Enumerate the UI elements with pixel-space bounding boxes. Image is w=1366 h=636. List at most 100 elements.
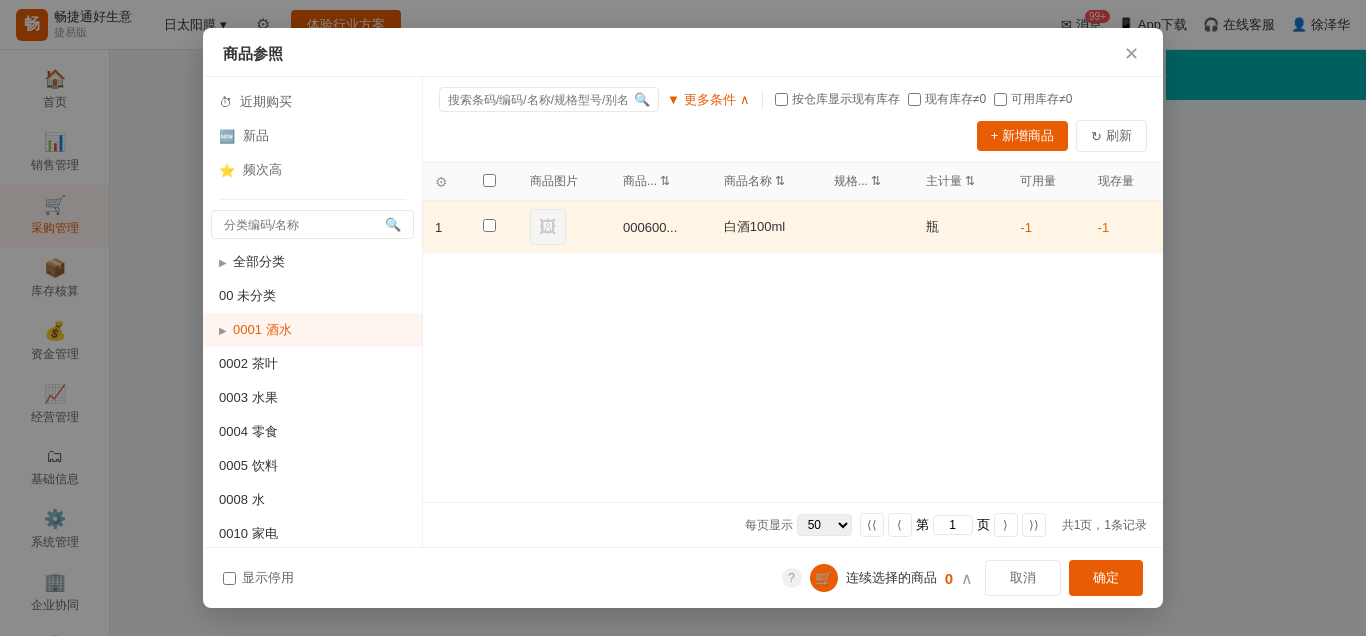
refresh-button[interactable]: ↻ 刷新	[1076, 120, 1147, 152]
new-icon: 🆕	[219, 129, 235, 144]
toolbar: 🔍 ▼ 更多条件 ∧ 按仓库显示现有库存 现有库存≠0	[423, 77, 1163, 163]
page-nav: ⟨⟨ ⟨ 第 页 ⟩ ⟩⟩	[860, 513, 1046, 537]
checkbox-stock-nonzero-input[interactable]	[908, 93, 921, 106]
new-product-button[interactable]: + 新增商品	[977, 121, 1068, 151]
row-select-checkbox[interactable]	[483, 219, 496, 232]
col-spec[interactable]: 规格... ⇅	[822, 163, 914, 201]
row-spec	[822, 201, 914, 254]
category-list: ▶ 全部分类 00 未分类 ▶ 0001 酒水 0002 茶叶 0003 水果	[203, 245, 422, 539]
row-checkbox[interactable]	[471, 201, 519, 254]
cat-item-all[interactable]: ▶ 全部分类	[203, 245, 422, 279]
category-search-input[interactable]	[224, 218, 379, 232]
product-search-input[interactable]	[448, 93, 628, 107]
cart-label: 连续选择的商品	[846, 569, 937, 587]
product-image: 🖼	[530, 209, 566, 245]
last-page-button[interactable]: ⟩⟩	[1022, 513, 1046, 537]
product-table: ⚙ 商品图片 商品... ⇅ 商品名称 ⇅ 规格...	[423, 163, 1163, 254]
chevron-up-icon: ∧	[740, 92, 750, 107]
page-input[interactable]	[933, 515, 973, 535]
sort-icon: ⇅	[965, 174, 975, 188]
first-page-button[interactable]: ⟨⟨	[860, 513, 884, 537]
confirm-button[interactable]: 确定	[1069, 560, 1143, 596]
checkbox-available-nonzero-input[interactable]	[994, 93, 1007, 106]
collapse-cart-icon[interactable]: ∧	[961, 569, 973, 588]
refresh-icon: ↻	[1091, 129, 1102, 144]
search-icon: 🔍	[385, 217, 401, 232]
row-name: 白酒100ml	[712, 201, 822, 254]
product-table-wrap: ⚙ 商品图片 商品... ⇅ 商品名称 ⇅ 规格...	[423, 163, 1163, 502]
col-checkbox[interactable]	[471, 163, 519, 201]
cat-item-label: 00 未分类	[219, 287, 276, 305]
right-panel: 🔍 ▼ 更多条件 ∧ 按仓库显示现有库存 现有库存≠0	[423, 77, 1163, 547]
row-unit: 瓶	[914, 201, 1008, 254]
cat-item-0004[interactable]: 0004 零食	[203, 415, 422, 449]
quick-item-recent[interactable]: ⏱ 近期购买	[203, 85, 422, 119]
cat-item-0002[interactable]: 0002 茶叶	[203, 347, 422, 381]
frequent-icon: ⭐	[219, 163, 235, 178]
checkbox-label: 可用库存≠0	[1011, 91, 1072, 108]
cat-item-0005[interactable]: 0005 饮料	[203, 449, 422, 483]
table-row[interactable]: 1 🖼 000600... 白酒100ml 瓶 -1 -1	[423, 201, 1163, 254]
cat-item-0008[interactable]: 0008 水	[203, 483, 422, 517]
filter-label: 更多条件	[684, 91, 736, 109]
col-settings[interactable]: ⚙	[423, 163, 471, 201]
checkbox-by-warehouse-input[interactable]	[775, 93, 788, 106]
cat-item-label: 0003 水果	[219, 389, 278, 407]
quick-item-frequent[interactable]: ⭐ 频次高	[203, 153, 422, 187]
filter-button[interactable]: ▼ 更多条件 ∧	[667, 91, 750, 109]
prev-page-button[interactable]: ⟨	[888, 513, 912, 537]
cat-item-label: 0002 茶叶	[219, 355, 278, 373]
filter-icon: ▼	[667, 92, 680, 107]
checkbox-label: 现有库存≠0	[925, 91, 986, 108]
checkbox-available-nonzero[interactable]: 可用库存≠0	[994, 91, 1072, 108]
cancel-button[interactable]: 取消	[985, 560, 1061, 596]
row-stock: -1	[1086, 201, 1163, 254]
cat-item-label: 0001 酒水	[233, 321, 292, 339]
cat-item-0010[interactable]: 0010 家电	[203, 517, 422, 539]
recent-icon: ⏱	[219, 95, 232, 110]
search-icon: 🔍	[634, 92, 650, 107]
pagination: 每页显示 102050100 ⟨⟨ ⟨ 第 页 ⟩ ⟩⟩ 共1页，1条记录	[423, 502, 1163, 547]
quick-item-new[interactable]: 🆕 新品	[203, 119, 422, 153]
footer-buttons: 取消 确定	[985, 560, 1143, 596]
cat-item-label: 0005 饮料	[219, 457, 278, 475]
sort-icon: ⇅	[871, 174, 881, 188]
page-label: 第	[916, 516, 929, 534]
col-unit[interactable]: 主计量 ⇅	[914, 163, 1008, 201]
row-code: 000600...	[611, 201, 712, 254]
row-available: -1	[1008, 201, 1085, 254]
divider	[762, 90, 763, 110]
modal-footer: 显示停用 ? 🛒 连续选择的商品 0 ∧ 取消 确定	[203, 547, 1163, 608]
next-page-button[interactable]: ⟩	[994, 513, 1018, 537]
per-page-select[interactable]: 102050100	[797, 514, 852, 536]
col-name[interactable]: 商品名称 ⇅	[712, 163, 822, 201]
page-total: 共1页，1条记录	[1062, 517, 1147, 534]
sort-icon: ⇅	[660, 174, 670, 188]
quick-item-label: 新品	[243, 127, 269, 145]
col-image: 商品图片	[518, 163, 611, 201]
checkbox-stock-nonzero[interactable]: 现有库存≠0	[908, 91, 986, 108]
display-disabled-input[interactable]	[223, 572, 236, 585]
col-available: 可用量	[1008, 163, 1085, 201]
product-reference-modal: 商品参照 ✕ ⏱ 近期购买 🆕 新品 ⭐ 频次高	[203, 28, 1163, 608]
table-body: 1 🖼 000600... 白酒100ml 瓶 -1 -1	[423, 201, 1163, 254]
cat-item-0001[interactable]: ▶ 0001 酒水	[203, 313, 422, 347]
modal-title: 商品参照	[223, 45, 283, 64]
page-suffix: 页	[977, 516, 990, 534]
per-page-label: 每页显示	[745, 517, 793, 534]
display-disabled-checkbox[interactable]: 显示停用	[223, 569, 294, 587]
checkbox-label: 按仓库显示现有库存	[792, 91, 900, 108]
expand-arrow-icon: ▶	[219, 257, 227, 268]
help-icon[interactable]: ?	[782, 568, 802, 588]
checkbox-by-warehouse[interactable]: 按仓库显示现有库存	[775, 91, 900, 108]
cat-item-0003[interactable]: 0003 水果	[203, 381, 422, 415]
cat-item-00[interactable]: 00 未分类	[203, 279, 422, 313]
col-code[interactable]: 商品... ⇅	[611, 163, 712, 201]
modal-close-button[interactable]: ✕	[1119, 42, 1143, 66]
modal-overlay: 商品参照 ✕ ⏱ 近期购买 🆕 新品 ⭐ 频次高	[0, 0, 1366, 636]
display-disabled-label: 显示停用	[242, 569, 294, 587]
select-all-checkbox[interactable]	[483, 174, 496, 187]
row-image: 🖼	[518, 201, 611, 254]
modal-header: 商品参照 ✕	[203, 28, 1163, 77]
cat-item-label: 0008 水	[219, 491, 265, 509]
